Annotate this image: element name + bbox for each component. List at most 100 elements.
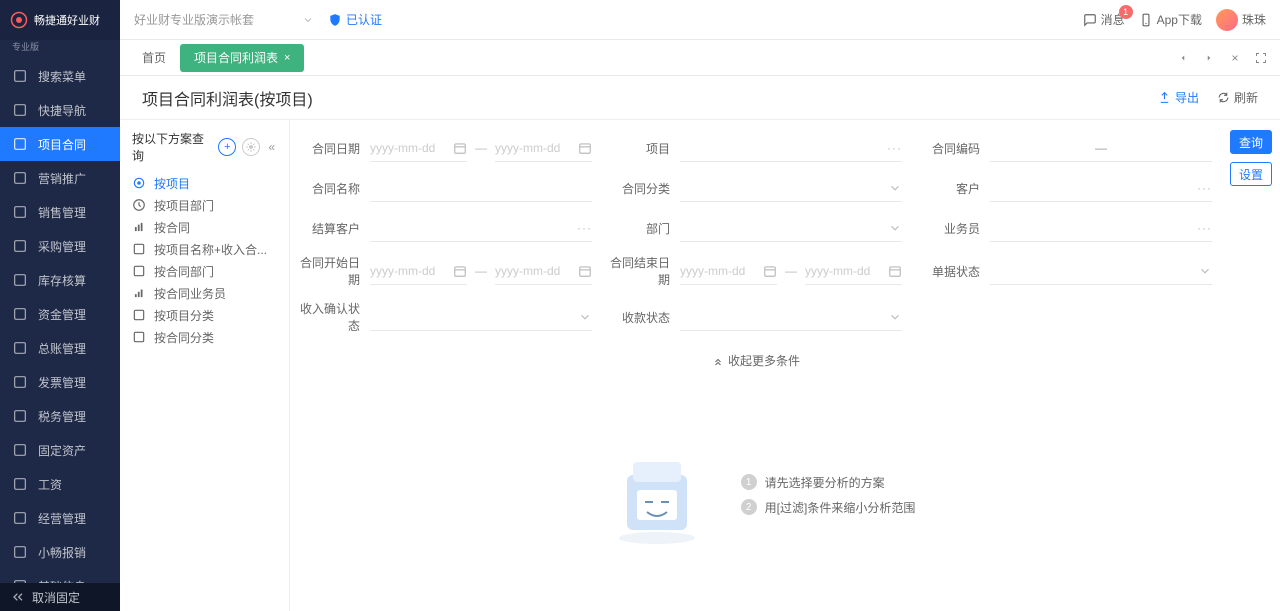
- chevron-down-icon: [888, 181, 902, 195]
- settings-button[interactable]: 设置: [1230, 162, 1272, 186]
- lookup-icon: ···: [1197, 221, 1212, 235]
- user-menu[interactable]: 珠珠: [1216, 9, 1266, 31]
- scheme-item[interactable]: 按项目: [126, 172, 283, 194]
- scheme-item[interactable]: 按合同部门: [126, 260, 283, 282]
- scheme-item[interactable]: 按合同分类: [126, 326, 283, 348]
- scheme-icon: [132, 330, 146, 344]
- pin-icon: [10, 589, 26, 605]
- nav-label: 小畅报销: [38, 544, 86, 561]
- nav-item[interactable]: 资金管理: [0, 297, 120, 331]
- nav-item[interactable]: 快捷导航: [0, 93, 120, 127]
- salesman-input[interactable]: ···: [990, 214, 1212, 242]
- scheme-settings-button[interactable]: [242, 138, 260, 156]
- scheme-item[interactable]: 按合同: [126, 216, 283, 238]
- topbar: 好业财专业版演示帐套 已认证 消息 1 App下载 珠珠: [120, 0, 1280, 40]
- query-button[interactable]: 查询: [1230, 130, 1272, 154]
- label-bill-status: 单据状态: [920, 263, 990, 280]
- account-selector[interactable]: 好业财专业版演示帐套: [134, 11, 314, 28]
- scheme-label: 按合同业务员: [154, 285, 226, 302]
- brand-name: 畅捷通好业财: [34, 12, 100, 28]
- income-status-select[interactable]: [370, 303, 592, 331]
- nav-icon: [12, 544, 28, 560]
- contract-name-input[interactable]: [370, 174, 592, 202]
- contract-date-to[interactable]: yyyy-mm-dd: [495, 134, 592, 162]
- settle-customer-input[interactable]: ···: [370, 214, 592, 242]
- nav-item[interactable]: 搜索菜单: [0, 59, 120, 93]
- verified-text: 已认证: [346, 11, 382, 28]
- placeholder: yyyy-mm-dd: [370, 264, 453, 278]
- label-contract-name: 合同名称: [300, 180, 370, 197]
- field-contract-date: 合同日期 yyyy-mm-dd — yyyy-mm-dd: [300, 134, 592, 162]
- tab-next-button[interactable]: [1198, 47, 1220, 69]
- close-icon[interactable]: ×: [284, 52, 290, 64]
- dept-select[interactable]: [680, 214, 902, 242]
- tab-active[interactable]: 项目合同利润表 ×: [180, 44, 304, 72]
- scheme-item[interactable]: 按项目部门: [126, 194, 283, 216]
- scheme-item[interactable]: 按合同业务员: [126, 282, 283, 304]
- nav-item[interactable]: 工资: [0, 467, 120, 501]
- contract-cat-select[interactable]: [680, 174, 902, 202]
- scheme-item[interactable]: 按项目分类: [126, 304, 283, 326]
- customer-input[interactable]: ···: [990, 174, 1212, 202]
- contract-end-from[interactable]: yyyy-mm-dd: [680, 257, 777, 285]
- add-scheme-button[interactable]: +: [218, 138, 236, 156]
- collapse-panel-button[interactable]: «: [266, 140, 277, 154]
- nav-icon: [12, 306, 28, 322]
- nav-label: 库存核算: [38, 272, 86, 289]
- tab-home[interactable]: 首页: [128, 44, 180, 72]
- label-contract-no: 合同编码: [920, 140, 990, 157]
- nav-item[interactable]: 库存核算: [0, 263, 120, 297]
- refresh-button[interactable]: 刷新: [1217, 89, 1258, 106]
- field-dept: 部门: [610, 214, 902, 242]
- lookup-icon: ···: [577, 221, 592, 235]
- contract-end-to[interactable]: yyyy-mm-dd: [805, 257, 902, 285]
- download-button[interactable]: App下载: [1139, 11, 1202, 28]
- nav-item[interactable]: 经营管理: [0, 501, 120, 535]
- user-name: 珠珠: [1242, 11, 1266, 28]
- bill-status-select[interactable]: [990, 257, 1212, 285]
- nav-item[interactable]: 采购管理: [0, 229, 120, 263]
- tab-active-label: 项目合同利润表: [194, 49, 278, 66]
- tab-prev-button[interactable]: [1172, 47, 1194, 69]
- nav-label: 税务管理: [38, 408, 86, 425]
- scheme-icon: [132, 286, 146, 300]
- field-contract-name: 合同名称: [300, 174, 592, 202]
- nav-item[interactable]: 小畅报销: [0, 535, 120, 569]
- contract-start-from[interactable]: yyyy-mm-dd: [370, 257, 467, 285]
- export-button[interactable]: 导出: [1158, 89, 1199, 106]
- scheme-icon: [132, 176, 146, 190]
- nav-item[interactable]: 固定资产: [0, 433, 120, 467]
- step-text: 请先选择要分析的方案: [765, 474, 885, 491]
- pin-toggle[interactable]: 取消固定: [0, 583, 120, 611]
- nav-item[interactable]: 营销推广: [0, 161, 120, 195]
- nav-label: 总账管理: [38, 340, 86, 357]
- messages-button[interactable]: 消息 1: [1083, 11, 1125, 28]
- nav-item[interactable]: 发票管理: [0, 365, 120, 399]
- nav-item[interactable]: 税务管理: [0, 399, 120, 433]
- pin-label: 取消固定: [32, 589, 80, 606]
- collapse-filters-button[interactable]: 收起更多条件: [712, 352, 800, 369]
- content: 按以下方案查询 + « 按项目按项目部门按合同按项目名称+收入合...按合同部门…: [120, 120, 1280, 611]
- label-contract-date: 合同日期: [300, 140, 370, 157]
- contract-no-input[interactable]: —: [990, 134, 1212, 162]
- contract-start-to[interactable]: yyyy-mm-dd: [495, 257, 592, 285]
- caret-left-icon: [1178, 53, 1188, 63]
- contract-date-from[interactable]: yyyy-mm-dd: [370, 134, 467, 162]
- label-contract-cat: 合同分类: [610, 180, 680, 197]
- nav-item[interactable]: 项目合同: [0, 127, 120, 161]
- nav-label: 发票管理: [38, 374, 86, 391]
- nav-icon: [12, 170, 28, 186]
- field-customer: 客户···: [920, 174, 1212, 202]
- tab-close-all-button[interactable]: ×: [1224, 47, 1246, 69]
- fullscreen-button[interactable]: [1250, 47, 1272, 69]
- scheme-item[interactable]: 按项目名称+收入合...: [126, 238, 283, 260]
- message-icon: [1083, 13, 1097, 27]
- receipt-status-select[interactable]: [680, 303, 902, 331]
- nav-item[interactable]: 总账管理: [0, 331, 120, 365]
- nav-item[interactable]: 销售管理: [0, 195, 120, 229]
- scheme-label: 按项目分类: [154, 307, 214, 324]
- nav-item[interactable]: 基础信息: [0, 569, 120, 583]
- label-dept: 部门: [610, 220, 680, 237]
- empty-illustration: [597, 440, 717, 550]
- project-input[interactable]: ···: [680, 134, 902, 162]
